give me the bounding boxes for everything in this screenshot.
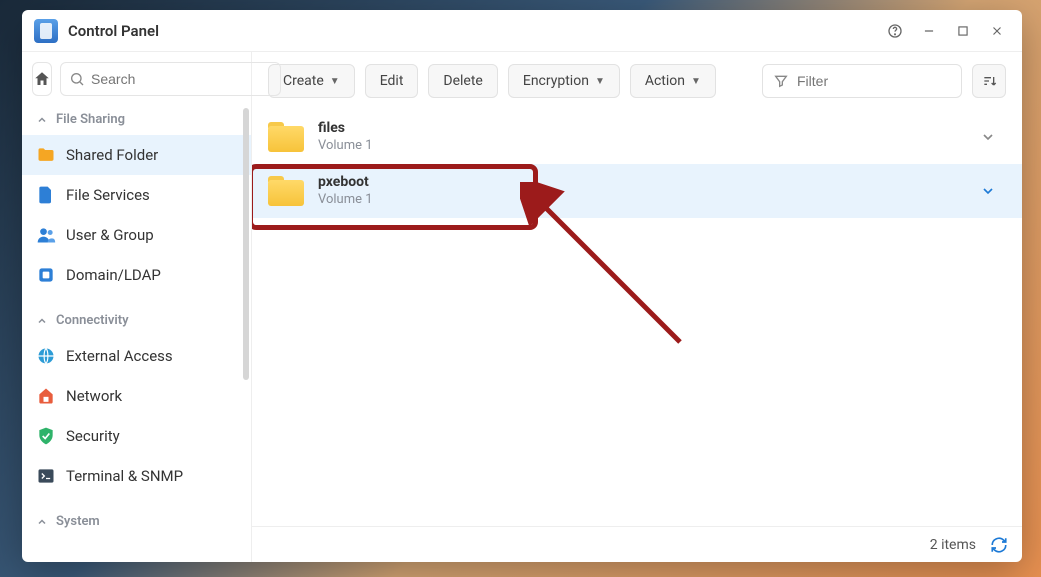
titlebar: Control Panel [22, 10, 1022, 52]
search-input-wrap[interactable] [60, 62, 281, 96]
button-label: Encryption [523, 73, 589, 89]
section-label: System [56, 514, 100, 529]
sidebar-item-label: Domain/LDAP [66, 266, 161, 284]
sidebar-item-security[interactable]: Security [22, 416, 251, 456]
shield-icon [36, 426, 56, 446]
window-title: Control Panel [68, 22, 159, 40]
chevron-down-icon[interactable] [980, 183, 1006, 199]
caret-down-icon: ▼ [330, 76, 340, 87]
terminal-icon [36, 466, 56, 486]
home-button[interactable] [32, 62, 52, 96]
folder-name: pxeboot [318, 174, 373, 190]
button-label: Create [283, 73, 324, 89]
edit-button[interactable]: Edit [365, 64, 419, 98]
close-button[interactable] [984, 18, 1010, 44]
section-label: File Sharing [56, 112, 125, 127]
search-input[interactable] [91, 71, 272, 87]
folder-name: files [318, 120, 373, 136]
folder-icon [268, 176, 304, 206]
caret-down-icon: ▼ [595, 76, 605, 87]
network-icon [36, 386, 56, 406]
window: Control Panel [22, 10, 1022, 562]
folder-volume: Volume 1 [318, 138, 373, 153]
sidebar-item-label: Terminal & SNMP [66, 467, 183, 485]
sidebar: File Sharing Shared Folder File Services [22, 52, 252, 562]
button-label: Delete [443, 73, 482, 89]
sidebar-item-label: File Services [66, 186, 150, 204]
chevron-up-icon [36, 114, 48, 126]
sidebar-item-domain-ldap[interactable]: Domain/LDAP [22, 255, 251, 295]
chevron-down-icon[interactable] [980, 129, 1006, 145]
refresh-button[interactable] [990, 536, 1008, 554]
sort-button[interactable] [972, 64, 1006, 98]
sidebar-item-label: External Access [66, 347, 173, 365]
folder-icon [36, 145, 56, 165]
sidebar-item-terminal-snmp[interactable]: Terminal & SNMP [22, 456, 251, 496]
chevron-up-icon [36, 315, 48, 327]
sidebar-scrollbar[interactable] [243, 108, 249, 380]
item-count: 2 items [930, 537, 976, 553]
section-connectivity[interactable]: Connectivity [22, 305, 251, 336]
button-label: Action [645, 73, 685, 89]
filter-input[interactable] [797, 73, 978, 89]
sidebar-item-external-access[interactable]: External Access [22, 336, 251, 376]
minimize-button[interactable] [916, 18, 942, 44]
caret-down-icon: ▼ [691, 76, 701, 87]
encryption-button[interactable]: Encryption ▼ [508, 64, 620, 98]
folder-row[interactable]: pxeboot Volume 1 [252, 164, 1022, 218]
folder-row[interactable]: files Volume 1 [252, 110, 1022, 164]
delete-button[interactable]: Delete [428, 64, 497, 98]
sidebar-item-network[interactable]: Network [22, 376, 251, 416]
action-button[interactable]: Action ▼ [630, 64, 716, 98]
folder-list: files Volume 1 pxeboot Volume 1 [252, 110, 1022, 526]
sidebar-item-label: Security [66, 427, 120, 445]
file-icon [36, 185, 56, 205]
toolbar: Create ▼ Edit Delete Encryption ▼ Action… [252, 52, 1022, 110]
section-system[interactable]: System [22, 506, 251, 537]
main: Create ▼ Edit Delete Encryption ▼ Action… [252, 52, 1022, 562]
globe-icon [36, 346, 56, 366]
section-file-sharing[interactable]: File Sharing [22, 104, 251, 135]
filter-icon [773, 73, 789, 89]
chevron-up-icon [36, 516, 48, 528]
sidebar-item-file-services[interactable]: File Services [22, 175, 251, 215]
statusbar: 2 items [252, 526, 1022, 562]
sidebar-item-label: Shared Folder [66, 146, 158, 164]
folder-volume: Volume 1 [318, 192, 373, 207]
maximize-button[interactable] [950, 18, 976, 44]
filter-input-wrap[interactable] [762, 64, 962, 98]
section-label: Connectivity [56, 313, 129, 328]
sidebar-item-shared-folder[interactable]: Shared Folder [22, 135, 251, 175]
sidebar-item-label: Network [66, 387, 122, 405]
folder-icon [268, 122, 304, 152]
sidebar-item-label: User & Group [66, 226, 154, 244]
users-icon [36, 225, 56, 245]
app-icon [34, 19, 58, 43]
create-button[interactable]: Create ▼ [268, 64, 355, 98]
sidebar-item-user-group[interactable]: User & Group [22, 215, 251, 255]
search-icon [69, 71, 85, 87]
button-label: Edit [380, 73, 404, 89]
help-button[interactable] [882, 18, 908, 44]
domain-icon [36, 265, 56, 285]
